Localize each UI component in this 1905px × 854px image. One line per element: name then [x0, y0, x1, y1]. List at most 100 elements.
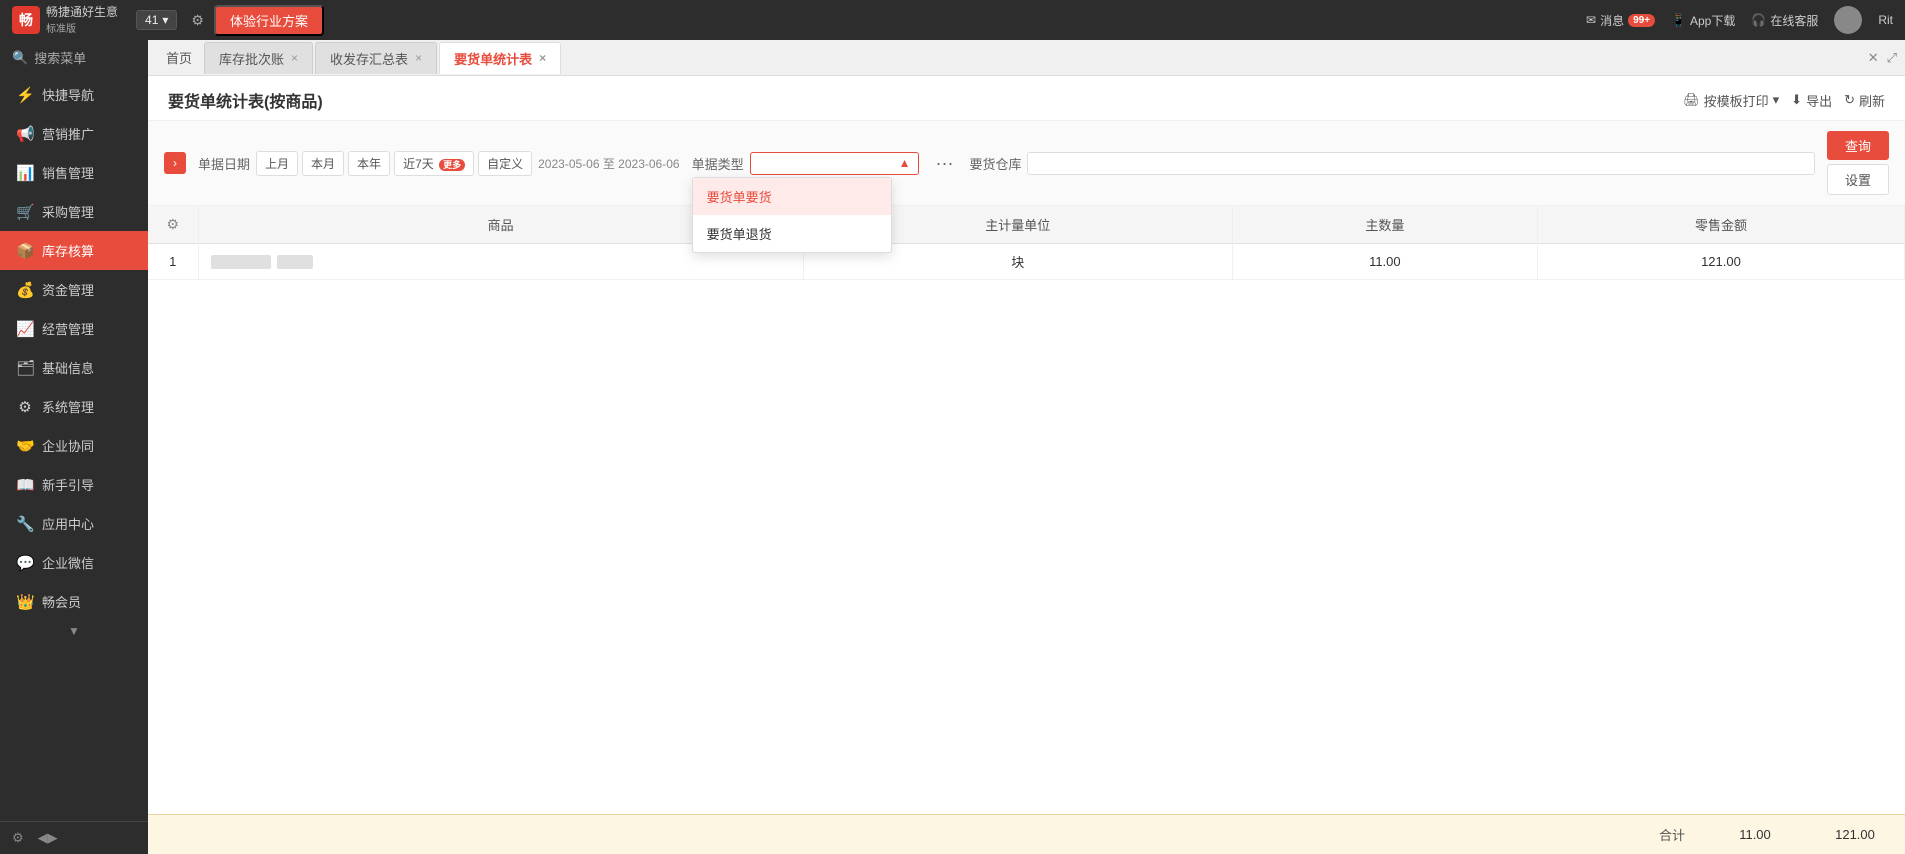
- app-logo: 畅 畅捷通好生意 标准版: [12, 5, 118, 34]
- headset-icon: 🎧: [1751, 13, 1766, 27]
- tab-receive-summary[interactable]: 收发存汇总表 ×: [315, 42, 437, 74]
- type-filter-label: 单据类型: [692, 154, 744, 173]
- type-dropdown-popup: 要货单要货 要货单退货: [692, 177, 892, 253]
- sidebar-scroll-down[interactable]: ▼: [0, 621, 148, 641]
- topbar-right: ✉ 消息 99+ 📱 App下载 🎧 在线客服 Rit: [1586, 6, 1893, 34]
- type-dropdown[interactable]: ▲: [750, 152, 920, 175]
- date-btn-this-year[interactable]: 本年: [348, 151, 390, 176]
- sidebar-item-appcenter[interactable]: 🔧 应用中心: [0, 504, 148, 543]
- date-btn-this-month[interactable]: 本月: [302, 151, 344, 176]
- print-button[interactable]: 🖨 按模板打印 ▾: [1683, 91, 1779, 110]
- wechat-icon: 💬: [16, 554, 34, 572]
- sidebar-item-sales[interactable]: 📊 销售管理: [0, 153, 148, 192]
- close-tab-order-stats[interactable]: ×: [539, 51, 546, 65]
- sidebar-label-vip: 畅会员: [42, 592, 81, 611]
- dropdown-option-order-goods[interactable]: 要货单要货: [693, 178, 891, 215]
- refresh-icon: ↻: [1844, 92, 1855, 108]
- sidebar-label-management: 经营管理: [42, 319, 94, 338]
- export-icon: ⬇: [1791, 92, 1802, 108]
- book-icon: 📖: [16, 476, 34, 494]
- company-name: 41: [145, 13, 158, 27]
- sidebar-label-finance: 资金管理: [42, 280, 94, 299]
- online-service-label: 在线客服: [1770, 12, 1818, 29]
- tab-order-stats[interactable]: 要货单统计表 ×: [439, 42, 561, 74]
- date-filter-group: 单据日期 上月 本月 本年 近7天 更多 自定义 2023-05-06 至 20…: [198, 151, 680, 176]
- filter-more-button[interactable]: ···: [931, 153, 957, 174]
- sidebar-item-quicknav[interactable]: ⚡ 快捷导航: [0, 75, 148, 114]
- dropdown-option-order-return[interactable]: 要货单退货: [693, 215, 891, 252]
- sidebar-item-guide[interactable]: 📖 新手引导: [0, 465, 148, 504]
- sidebar-item-wechat[interactable]: 💬 企业微信: [0, 543, 148, 582]
- tab-inventory-batch[interactable]: 库存批次账 ×: [204, 42, 313, 74]
- refresh-button[interactable]: ↻ 刷新: [1844, 91, 1885, 110]
- message-icon: ✉: [1586, 13, 1596, 27]
- type-input[interactable]: [759, 156, 899, 171]
- app-download-label: App下载: [1690, 12, 1735, 29]
- page-header: 要货单统计表(按商品) 🖨 按模板打印 ▾ ⬇ 导出 ↻ 刷新: [148, 76, 1905, 121]
- tab-home[interactable]: 首页: [156, 42, 202, 74]
- print-chevron-icon: ▾: [1773, 92, 1780, 108]
- cell-seq: 1: [148, 244, 198, 280]
- gear-icon[interactable]: ⚙: [191, 12, 204, 29]
- sidebar-label-basic: 基础信息: [42, 358, 94, 377]
- date-btn-last7[interactable]: 近7天 更多: [394, 151, 474, 176]
- date-btn-custom[interactable]: 自定义: [478, 151, 532, 176]
- table-row: 1 块 11.00 121.00: [148, 244, 1905, 280]
- cell-qty: 11.00: [1232, 244, 1537, 280]
- sidebar-settings-icon[interactable]: ⚙: [12, 830, 24, 846]
- chart-icon: 📊: [16, 164, 34, 182]
- page-actions: 🖨 按模板打印 ▾ ⬇ 导出 ↻ 刷新: [1683, 91, 1885, 110]
- avatar[interactable]: [1834, 6, 1862, 34]
- trend-icon: 📈: [16, 320, 34, 338]
- sidebar-label-appcenter: 应用中心: [42, 514, 94, 533]
- type-dropdown-chevron[interactable]: ▲: [899, 156, 911, 170]
- col-settings-icon[interactable]: ⚙: [166, 216, 179, 232]
- page-title: 要货单统计表(按商品): [168, 88, 323, 112]
- sidebar-item-vip[interactable]: 👑 畅会员: [0, 582, 148, 621]
- sidebar-collapse-icon[interactable]: ◀▶: [38, 830, 58, 846]
- flash-icon: ⚡: [16, 86, 34, 104]
- close-tab-inventory-batch[interactable]: ×: [291, 51, 298, 65]
- sidebar-item-management[interactable]: 📈 经营管理: [0, 309, 148, 348]
- trial-button[interactable]: 体验行业方案: [214, 5, 324, 36]
- tab-receive-summary-label: 收发存汇总表: [330, 49, 408, 68]
- sidebar-label-inventory: 库存核算: [42, 241, 94, 260]
- last7-badge: 更多: [439, 159, 465, 171]
- online-service-button[interactable]: 🎧 在线客服: [1751, 12, 1818, 29]
- sidebar-item-marketing[interactable]: 📢 营销推广: [0, 114, 148, 153]
- tab-close-all-icon[interactable]: ✕: [1868, 50, 1879, 66]
- filter-expand-button[interactable]: ›: [164, 152, 186, 174]
- footer-label: 合计: [1425, 825, 1705, 844]
- settings-icon: ⚙: [16, 398, 34, 416]
- export-button[interactable]: ⬇ 导出: [1791, 91, 1832, 110]
- topbar: 畅 畅捷通好生意 标准版 41 ▾ ⚙ 体验行业方案 ✉ 消息 99+ 📱 Ap…: [0, 0, 1905, 40]
- close-tab-receive-summary[interactable]: ×: [415, 51, 422, 65]
- table-footer: 合计 11.00 121.00: [148, 814, 1905, 854]
- sidebar-item-purchase[interactable]: 🛒 采购管理: [0, 192, 148, 231]
- chevron-right-icon: ›: [173, 156, 177, 170]
- query-button[interactable]: 查询: [1827, 131, 1889, 160]
- megaphone-icon: 📢: [16, 125, 34, 143]
- money-icon: 💰: [16, 281, 34, 299]
- sidebar-item-system[interactable]: ⚙ 系统管理: [0, 387, 148, 426]
- sidebar-item-inventory[interactable]: 📦 库存核算: [0, 231, 148, 270]
- tab-expand-icon[interactable]: ⤢: [1887, 50, 1897, 66]
- sidebar-item-basic[interactable]: 🗂 基础信息: [0, 348, 148, 387]
- footer-qty: 11.00: [1705, 827, 1805, 842]
- product-placeholder: [211, 255, 271, 269]
- company-selector[interactable]: 41 ▾: [136, 10, 177, 30]
- sidebar-label-guide: 新手引导: [42, 475, 94, 494]
- crown-icon: 👑: [16, 593, 34, 611]
- sidebar-item-enterprise[interactable]: 🤝 企业协同: [0, 426, 148, 465]
- user-name: Rit: [1878, 13, 1893, 27]
- app-download-button[interactable]: 📱 App下载: [1671, 12, 1735, 29]
- sidebar-item-search[interactable]: 🔍 搜索菜单: [0, 40, 148, 75]
- date-btn-last-month[interactable]: 上月: [256, 151, 298, 176]
- type-filter-group: 单据类型 ▲ 要货单要货 要货单退货: [692, 152, 920, 175]
- messages-button[interactable]: ✉ 消息 99+: [1586, 12, 1655, 29]
- refresh-label: 刷新: [1859, 91, 1885, 110]
- warehouse-input[interactable]: [1027, 152, 1815, 175]
- sidebar-item-finance[interactable]: 💰 资金管理: [0, 270, 148, 309]
- tab-order-stats-label: 要货单统计表: [454, 49, 532, 68]
- filter-settings-button[interactable]: 设置: [1827, 164, 1889, 195]
